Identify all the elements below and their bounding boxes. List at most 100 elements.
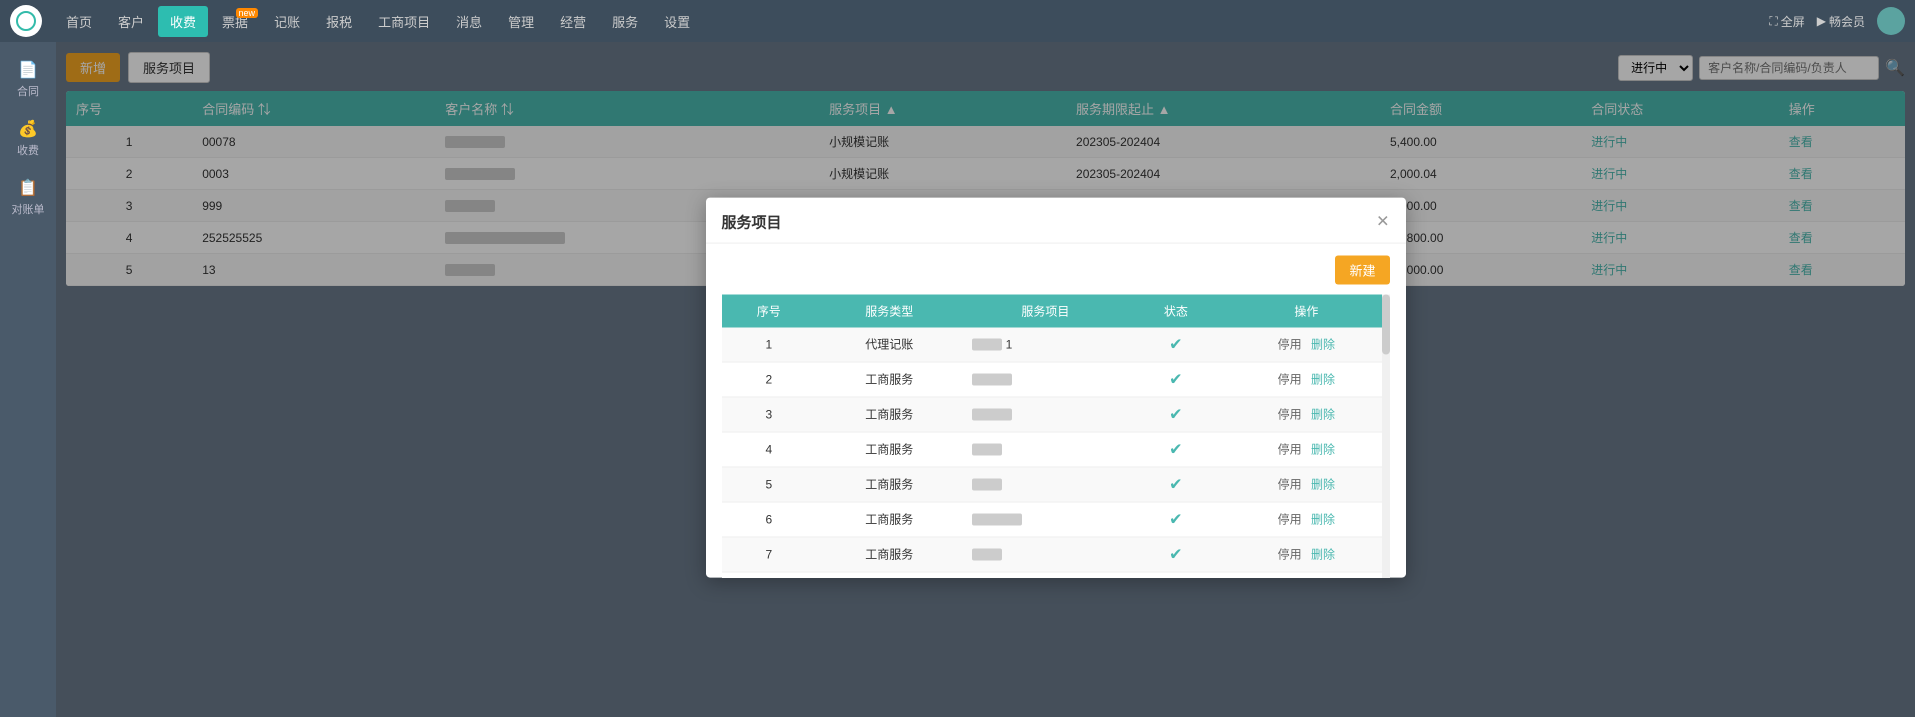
delete-button[interactable]: 删除 (1311, 478, 1335, 492)
nav-service[interactable]: 服务 (600, 6, 650, 37)
modal-cell-project (962, 537, 1128, 572)
nav-settings[interactable]: 设置 (652, 6, 702, 37)
modal-cell-action: 停用 删除 (1223, 467, 1389, 502)
nav-bookkeeping[interactable]: 记账 (262, 6, 312, 37)
top-navigation: 首页 客户 收费 票据 new 记账 报税 工商项目 消息 管理 经营 服务 设… (0, 0, 1915, 42)
sidebar-item-contract[interactable]: 📄 合同 (3, 52, 53, 107)
nav-charge[interactable]: 收费 (158, 6, 208, 37)
modal-cell-type: 工商服务 (816, 362, 962, 397)
scrollbar-track[interactable] (1382, 294, 1390, 577)
nav-home[interactable]: 首页 (54, 6, 104, 37)
modal-col-project: 服务项目 (962, 294, 1128, 327)
reconcile-icon: 📋 (18, 178, 38, 198)
contract-icon: 📄 (18, 60, 38, 80)
modal-cell-type: 工商服务 (816, 432, 962, 467)
delete-button[interactable]: 删除 (1311, 373, 1335, 387)
modal-header: 服务项目 ✕ (706, 197, 1406, 243)
modal-cell-status: ✔ (1129, 432, 1224, 467)
scrollbar-thumb[interactable] (1382, 294, 1390, 354)
delete-button[interactable]: 删除 (1311, 338, 1335, 352)
modal-cell-project (962, 467, 1128, 502)
list-item: 8 工商服务 注册 ✔ 停用 删除 (722, 572, 1390, 578)
modal-service-table: 序号 服务类型 服务项目 状态 操作 1 代理记账 1 ✔ 停用 删除 2 工商… (722, 294, 1390, 577)
modal-cell-project (962, 362, 1128, 397)
modal-cell-status: ✔ (1129, 502, 1224, 537)
delete-button[interactable]: 删除 (1311, 513, 1335, 527)
new-badge: new (236, 8, 259, 18)
content-area: 新增 服务项目 进行中 🔍 序号 合同编码 ⇅ 客户名称 ⇅ 服务项目 ▲ 服务… (56, 42, 1915, 717)
modal-cell-project (962, 397, 1128, 432)
modal-col-action: 操作 (1223, 294, 1389, 327)
avatar[interactable] (1877, 7, 1905, 35)
modal-table-wrapper: 序号 服务类型 服务项目 状态 操作 1 代理记账 1 ✔ 停用 删除 2 工商… (722, 294, 1390, 577)
modal-toolbar: 新建 (722, 255, 1390, 284)
modal-cell-status: ✔ (1129, 362, 1224, 397)
modal-cell-action: 停用 删除 (1223, 502, 1389, 537)
sidebar-item-charge[interactable]: 💰 收费 (3, 111, 53, 166)
stop-button[interactable]: 停用 (1278, 443, 1302, 457)
modal-cell-action: 停用 删除 (1223, 362, 1389, 397)
nav-tax[interactable]: 报税 (314, 6, 364, 37)
sidebar: 📄 合同 💰 收费 📋 对账单 (0, 42, 56, 717)
modal-cell-status: ✔ (1129, 572, 1224, 578)
modal-cell-seq: 1 (722, 327, 817, 362)
nav-business[interactable]: 工商项目 (366, 6, 442, 37)
modal-cell-type: 代理记账 (816, 327, 962, 362)
delete-button[interactable]: 删除 (1311, 443, 1335, 457)
stop-button[interactable]: 停用 (1278, 548, 1302, 562)
modal-cell-action: 停用 删除 (1223, 537, 1389, 572)
modal-cell-project (962, 432, 1128, 467)
list-item: 7 工商服务 ✔ 停用 删除 (722, 537, 1390, 572)
logo (10, 5, 42, 37)
modal-cell-action: 停用 删除 (1223, 397, 1389, 432)
modal-cell-action: 停用 删除 (1223, 327, 1389, 362)
list-item: 4 工商服务 ✔ 停用 删除 (722, 432, 1390, 467)
modal-col-seq: 序号 (722, 294, 817, 327)
charge-icon: 💰 (18, 119, 38, 139)
modal-cell-project (962, 502, 1128, 537)
modal-cell-status: ✔ (1129, 397, 1224, 432)
fullscreen-icon: ⛶ (1769, 14, 1777, 29)
list-item: 3 工商服务 ✔ 停用 删除 (722, 397, 1390, 432)
modal-cell-type: 工商服务 (816, 502, 962, 537)
service-items-modal: 服务项目 ✕ 新建 序号 服务类型 服务项目 状态 (706, 197, 1406, 577)
modal-new-button[interactable]: 新建 (1335, 255, 1389, 284)
logo-icon (16, 11, 36, 31)
modal-close-button[interactable]: ✕ (1376, 212, 1389, 232)
modal-cell-seq: 2 (722, 362, 817, 397)
modal-cell-status: ✔ (1129, 327, 1224, 362)
modal-cell-action: 停用 删除 (1223, 432, 1389, 467)
fullscreen-button[interactable]: ⛶ 全屏 (1769, 13, 1804, 30)
vip-button[interactable]: ▶ 畅会员 (1817, 13, 1865, 30)
nav-items: 首页 客户 收费 票据 new 记账 报税 工商项目 消息 管理 经营 服务 设… (54, 6, 1769, 37)
stop-button[interactable]: 停用 (1278, 338, 1302, 352)
modal-cell-status: ✔ (1129, 467, 1224, 502)
delete-button[interactable]: 删除 (1311, 548, 1335, 562)
modal-cell-seq: 5 (722, 467, 817, 502)
modal-cell-seq: 6 (722, 502, 817, 537)
modal-cell-seq: 3 (722, 397, 817, 432)
list-item: 2 工商服务 ✔ 停用 删除 (722, 362, 1390, 397)
modal-cell-type: 工商服务 (816, 572, 962, 578)
nav-operation[interactable]: 经营 (548, 6, 598, 37)
modal-cell-seq: 4 (722, 432, 817, 467)
nav-bill[interactable]: 票据 new (210, 6, 260, 37)
modal-cell-action: 停用 删除 (1223, 572, 1389, 578)
sidebar-item-reconcile[interactable]: 📋 对账单 (3, 170, 53, 225)
modal-cell-type: 工商服务 (816, 537, 962, 572)
nav-right: ⛶ 全屏 ▶ 畅会员 (1769, 7, 1905, 35)
delete-button[interactable]: 删除 (1311, 408, 1335, 422)
nav-manage[interactable]: 管理 (496, 6, 546, 37)
modal-title: 服务项目 (722, 211, 782, 232)
stop-button[interactable]: 停用 (1278, 478, 1302, 492)
modal-cell-status: ✔ (1129, 537, 1224, 572)
nav-client[interactable]: 客户 (106, 6, 156, 37)
modal-cell-seq: 7 (722, 537, 817, 572)
stop-button[interactable]: 停用 (1278, 373, 1302, 387)
stop-button[interactable]: 停用 (1278, 513, 1302, 527)
modal-cell-project: 注册 (962, 572, 1128, 578)
modal-cell-type: 工商服务 (816, 397, 962, 432)
nav-message[interactable]: 消息 (444, 6, 494, 37)
vip-icon: ▶ (1817, 14, 1826, 28)
stop-button[interactable]: 停用 (1278, 408, 1302, 422)
